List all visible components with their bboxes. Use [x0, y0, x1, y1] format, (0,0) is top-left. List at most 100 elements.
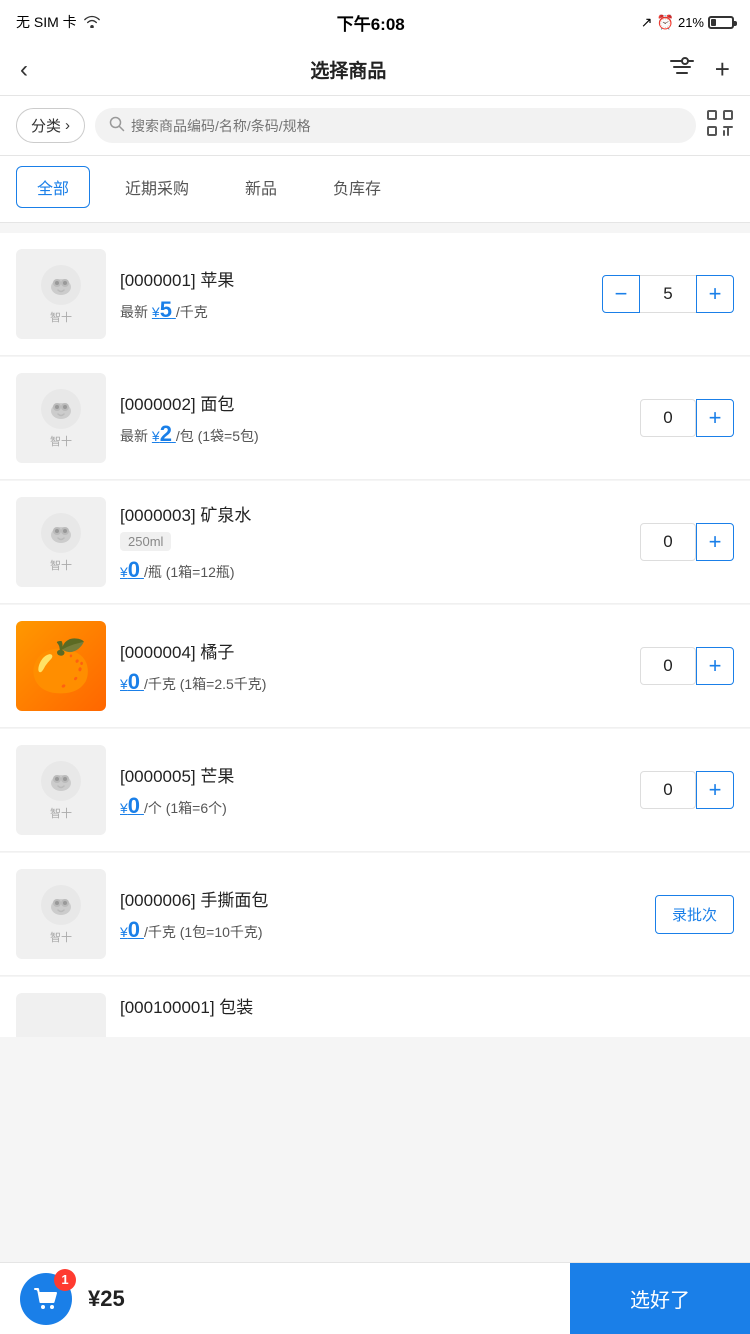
category-label: 分类 — [31, 115, 61, 136]
status-right: ↗ ⏰ 21% — [641, 14, 734, 31]
price-note: (1袋=5包) — [198, 428, 259, 444]
quantity-input[interactable] — [640, 771, 696, 809]
product-price: 最新 ¥2 /包 (1袋=5包) — [120, 421, 626, 447]
list-item: 智十 [0000006] 手撕面包 ¥0 /千克 (1包=10千克) 录批次 — [0, 853, 750, 976]
increase-button[interactable]: + — [696, 523, 734, 561]
product-thumbnail — [16, 993, 106, 1037]
quantity-control: + — [640, 523, 734, 561]
status-time: 下午6:08 — [337, 10, 405, 35]
price-note: (1箱=6个) — [166, 800, 227, 816]
product-thumbnail: 智十 — [16, 249, 106, 339]
product-name: [0000001] 苹果 — [120, 266, 588, 291]
search-icon — [109, 116, 125, 135]
tab-row: 全部 近期采购 新品 负库存 — [0, 156, 750, 223]
section-divider — [0, 223, 750, 233]
quantity-input[interactable] — [640, 523, 696, 561]
cart-total: ¥25 — [88, 1286, 125, 1312]
status-bar: 无 SIM 卡 下午6:08 ↗ ⏰ 21% — [0, 0, 750, 44]
tab-new[interactable]: 新品 — [224, 166, 298, 208]
price-unit: /瓶 — [144, 564, 162, 580]
quantity-control: − + — [602, 275, 734, 313]
price-label: 最新 — [120, 304, 152, 320]
nav-bar: ‹ 选择商品 + — [0, 44, 750, 96]
page-title: 选择商品 — [310, 56, 386, 83]
cart-badge: 1 — [54, 1269, 76, 1291]
tab-recent[interactable]: 近期采购 — [104, 166, 210, 208]
owl-icon: 智十 — [39, 759, 83, 821]
product-price: ¥0 /个 (1箱=6个) — [120, 793, 626, 819]
wifi-icon — [83, 14, 101, 31]
price-note: (1箱=2.5千克) — [180, 676, 267, 692]
product-list: 智十 [0000001] 苹果 最新 ¥5 /千克 − + — [0, 233, 750, 1037]
owl-icon: 智十 — [39, 387, 83, 449]
product-name: [0000002] 面包 — [120, 390, 626, 415]
owl-icon: 智十 — [39, 883, 83, 945]
product-name: [0000004] 橘子 — [120, 638, 626, 663]
quantity-control: + — [640, 647, 734, 685]
increase-button[interactable]: + — [696, 771, 734, 809]
location-icon: ↗ — [641, 14, 653, 31]
list-item: 🍊 [0000004] 橘子 ¥0 /千克 (1箱=2.5千克) + — [0, 605, 750, 728]
price-unit: /千克 — [144, 924, 176, 940]
product-price: ¥0 /千克 (1箱=2.5千克) — [120, 669, 626, 695]
quantity-input[interactable] — [640, 399, 696, 437]
carrier-text: 无 SIM 卡 — [16, 12, 77, 32]
filter-icon[interactable] — [669, 56, 695, 84]
price-label: 最新 — [120, 428, 152, 444]
battery-percent: 21% — [678, 15, 704, 30]
decrease-button[interactable]: − — [602, 275, 640, 313]
list-item: 智十 [0000005] 芒果 ¥0 /个 (1箱=6个) + — [0, 729, 750, 852]
increase-button[interactable]: + — [696, 275, 734, 313]
list-item: [000100001] 包装 — [0, 977, 750, 1037]
product-price: 最新 ¥5 /千克 — [120, 297, 588, 323]
product-name: [000100001] 包装 — [120, 993, 734, 1018]
product-thumbnail: 智十 — [16, 745, 106, 835]
price-note: (1箱=12瓶) — [166, 564, 235, 580]
cart-area: 1 ¥25 — [20, 1273, 125, 1325]
batch-button[interactable]: 录批次 — [655, 895, 734, 934]
product-name: [0000006] 手撕面包 — [120, 886, 641, 911]
price-unit: /包 — [176, 428, 194, 444]
product-price: ¥0 /千克 (1包=10千克) — [120, 917, 641, 943]
quantity-control: + — [640, 399, 734, 437]
product-name: [0000005] 芒果 — [120, 762, 626, 787]
price-unit: /千克 — [176, 304, 208, 320]
bottom-bar: 1 ¥25 选好了 — [0, 1262, 750, 1334]
product-info: [0000001] 苹果 最新 ¥5 /千克 — [120, 266, 588, 323]
quantity-input[interactable] — [640, 275, 696, 313]
product-info: [0000006] 手撕面包 ¥0 /千克 (1包=10千克) — [120, 886, 641, 943]
category-button[interactable]: 分类 › — [16, 108, 85, 143]
increase-button[interactable]: + — [696, 399, 734, 437]
scan-icon[interactable] — [706, 109, 734, 143]
confirm-button[interactable]: 选好了 — [570, 1263, 750, 1334]
nav-actions: + — [669, 54, 730, 85]
product-info: [0000004] 橘子 ¥0 /千克 (1箱=2.5千克) — [120, 638, 626, 695]
product-spec: 250ml — [120, 532, 171, 551]
battery-icon — [708, 16, 734, 29]
back-button[interactable]: ‹ — [20, 56, 28, 84]
owl-icon: 智十 — [39, 263, 83, 325]
product-thumbnail: 智十 — [16, 373, 106, 463]
category-chevron-icon: › — [65, 117, 70, 134]
product-thumbnail: 🍊 — [16, 621, 106, 711]
search-input[interactable] — [131, 118, 682, 134]
search-bar — [95, 108, 696, 143]
list-item: 智十 [0000003] 矿泉水 250ml ¥0 /瓶 (1箱=12瓶) + — [0, 481, 750, 604]
increase-button[interactable]: + — [696, 647, 734, 685]
quantity-control: + — [640, 771, 734, 809]
filter-row: 分类 › — [0, 96, 750, 156]
product-name: [0000003] 矿泉水 — [120, 501, 626, 526]
alarm-icon: ⏰ — [657, 14, 674, 31]
price-note: (1包=10千克) — [180, 924, 263, 940]
product-info: [0000005] 芒果 ¥0 /个 (1箱=6个) — [120, 762, 626, 819]
tab-negative[interactable]: 负库存 — [312, 166, 402, 208]
product-info: [000100001] 包装 — [120, 993, 734, 1024]
list-item: 智十 [0000001] 苹果 最新 ¥5 /千克 − + — [0, 233, 750, 356]
add-icon[interactable]: + — [715, 54, 730, 85]
tab-all[interactable]: 全部 — [16, 166, 90, 208]
quantity-input[interactable] — [640, 647, 696, 685]
product-thumbnail: 智十 — [16, 869, 106, 959]
product-info: [0000002] 面包 最新 ¥2 /包 (1袋=5包) — [120, 390, 626, 447]
price-unit: /千克 — [144, 676, 176, 692]
product-price: ¥0 /瓶 (1箱=12瓶) — [120, 557, 626, 583]
